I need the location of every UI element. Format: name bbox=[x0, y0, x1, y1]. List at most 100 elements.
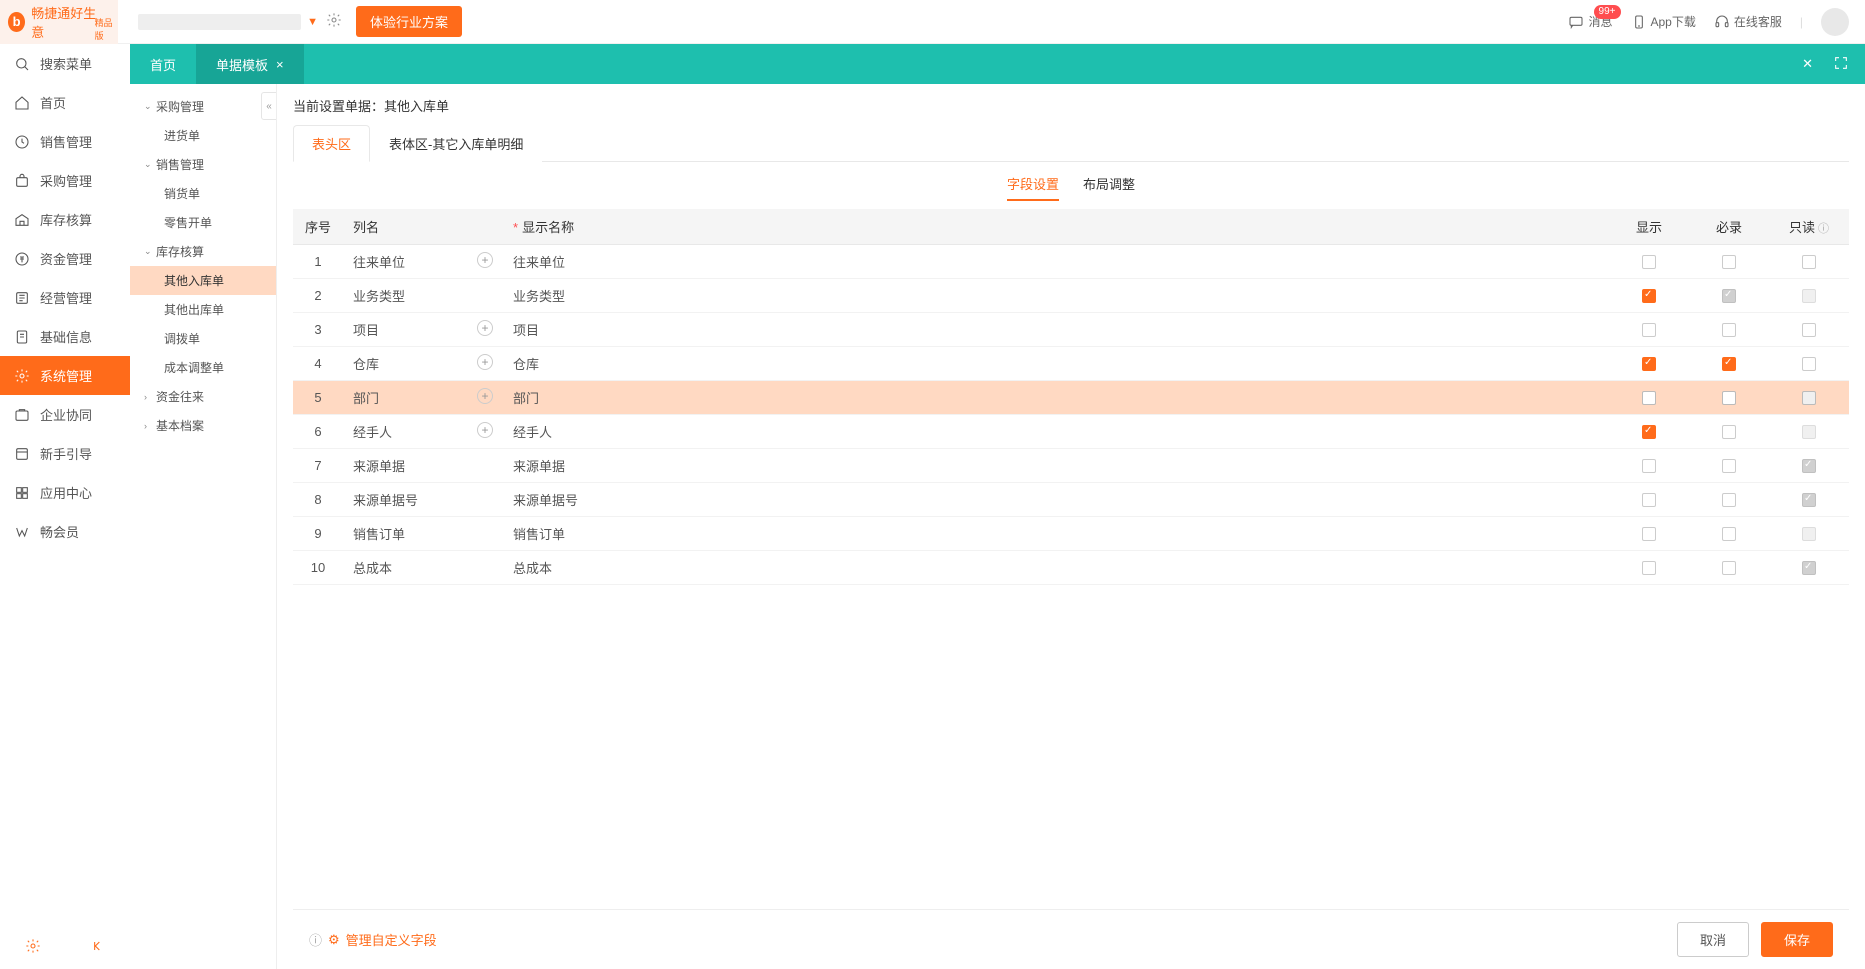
org-selector[interactable]: ▼ bbox=[138, 14, 318, 30]
checkbox[interactable] bbox=[1642, 459, 1656, 473]
sub-tab[interactable]: 字段设置 bbox=[1007, 174, 1059, 201]
tree-leaf[interactable]: 成本调整单 bbox=[130, 353, 276, 382]
checkbox[interactable] bbox=[1722, 459, 1736, 473]
cell-display[interactable]: 业务类型 bbox=[503, 279, 1609, 313]
tree-leaf[interactable]: 进货单 bbox=[130, 121, 276, 150]
gear-icon[interactable] bbox=[326, 12, 342, 31]
sidebar-item-collab[interactable]: 企业协同 bbox=[0, 395, 130, 434]
checkbox[interactable] bbox=[1722, 561, 1736, 575]
messages-button[interactable]: 消息 99+ bbox=[1568, 13, 1612, 30]
save-button[interactable]: 保存 bbox=[1761, 922, 1833, 957]
checkbox[interactable] bbox=[1642, 391, 1656, 405]
manage-custom-fields-link[interactable]: ⓘ ⚙ 管理自定义字段 bbox=[309, 930, 437, 949]
checkbox[interactable] bbox=[1802, 323, 1816, 337]
checkbox[interactable] bbox=[1722, 425, 1736, 439]
sidebar-item-home[interactable]: 首页 bbox=[0, 83, 130, 122]
tree-leaf[interactable]: 销货单 bbox=[130, 179, 276, 208]
close-icon[interactable]: × bbox=[276, 57, 284, 72]
checkbox[interactable] bbox=[1722, 527, 1736, 541]
add-icon[interactable]: + bbox=[477, 252, 493, 268]
checkbox[interactable] bbox=[1642, 289, 1656, 303]
table-row[interactable]: 5部门+部门 bbox=[293, 381, 1849, 415]
table-row[interactable]: 1往来单位+往来单位 bbox=[293, 245, 1849, 279]
checkbox[interactable] bbox=[1642, 561, 1656, 575]
try-plan-button[interactable]: 体验行业方案 bbox=[356, 6, 462, 37]
sidebar-item-sales[interactable]: 销售管理 bbox=[0, 122, 130, 161]
cancel-button[interactable]: 取消 bbox=[1677, 922, 1749, 957]
tab-单据模板[interactable]: 单据模板× bbox=[196, 44, 304, 84]
tree-group[interactable]: ⌄采购管理 bbox=[130, 92, 276, 121]
online-service-button[interactable]: 在线客服 bbox=[1714, 13, 1782, 30]
table-row[interactable]: 3项目+项目 bbox=[293, 313, 1849, 347]
collapse-icon[interactable] bbox=[90, 938, 106, 957]
section-tab[interactable]: 表体区-其它入库单明细 bbox=[370, 125, 542, 162]
checkbox[interactable] bbox=[1722, 357, 1736, 371]
table-row[interactable]: 4仓库+仓库 bbox=[293, 347, 1849, 381]
checkbox[interactable] bbox=[1642, 255, 1656, 269]
tree-group[interactable]: ›资金往来 bbox=[130, 382, 276, 411]
sidebar-item-operation[interactable]: 经营管理 bbox=[0, 278, 130, 317]
sidebar-item-appcenter[interactable]: 应用中心 bbox=[0, 473, 130, 512]
tree-group[interactable]: ⌄库存核算 bbox=[130, 237, 276, 266]
add-icon[interactable]: + bbox=[477, 422, 493, 438]
cell-col: 经手人+ bbox=[343, 415, 503, 449]
cell-display[interactable]: 销售订单 bbox=[503, 517, 1609, 551]
checkbox[interactable] bbox=[1642, 527, 1656, 541]
checkbox[interactable] bbox=[1722, 255, 1736, 269]
checkbox[interactable] bbox=[1642, 425, 1656, 439]
app-download-button[interactable]: App下载 bbox=[1631, 13, 1696, 30]
add-icon[interactable]: + bbox=[477, 354, 493, 370]
fullscreen-icon[interactable] bbox=[1829, 51, 1853, 78]
checkbox[interactable] bbox=[1642, 493, 1656, 507]
table-row[interactable]: 10总成本总成本 bbox=[293, 551, 1849, 585]
checkbox[interactable] bbox=[1722, 391, 1736, 405]
table-row[interactable]: 6经手人+经手人 bbox=[293, 415, 1849, 449]
brand-logo[interactable]: b 畅捷通好生意 精品版 bbox=[0, 0, 118, 44]
close-all-icon[interactable]: ✕ bbox=[1798, 52, 1817, 76]
checkbox[interactable] bbox=[1722, 493, 1736, 507]
table-row[interactable]: 8来源单据号来源单据号 bbox=[293, 483, 1849, 517]
tree-leaf[interactable]: 其他入库单 bbox=[130, 266, 276, 295]
sidebar-item-search[interactable]: 搜索菜单 bbox=[0, 44, 130, 83]
sidebar-item-system[interactable]: 系统管理 bbox=[0, 356, 130, 395]
tree-collapse-handle[interactable]: « bbox=[261, 92, 276, 120]
sidebar-item-purchase[interactable]: 采购管理 bbox=[0, 161, 130, 200]
checkbox[interactable] bbox=[1802, 357, 1816, 371]
help-icon[interactable]: ⓘ bbox=[1818, 223, 1829, 235]
sidebar-item-basic[interactable]: 基础信息 bbox=[0, 317, 130, 356]
checkbox[interactable] bbox=[1642, 323, 1656, 337]
cell-display[interactable]: 往来单位 bbox=[503, 245, 1609, 279]
tree-leaf[interactable]: 调拨单 bbox=[130, 324, 276, 353]
sidebar-item-finance[interactable]: 资金管理 bbox=[0, 239, 130, 278]
checkbox[interactable] bbox=[1802, 255, 1816, 269]
sidebar-item-stock[interactable]: 库存核算 bbox=[0, 200, 130, 239]
checkbox[interactable] bbox=[1722, 323, 1736, 337]
cell-display[interactable]: 项目 bbox=[503, 313, 1609, 347]
add-icon[interactable]: + bbox=[477, 388, 493, 404]
section-tab[interactable]: 表头区 bbox=[293, 125, 370, 162]
table-row[interactable]: 9销售订单销售订单 bbox=[293, 517, 1849, 551]
checkbox[interactable] bbox=[1642, 357, 1656, 371]
tree-group[interactable]: ›基本档案 bbox=[130, 411, 276, 440]
table-row[interactable]: 2业务类型业务类型 bbox=[293, 279, 1849, 313]
cell-display[interactable]: 总成本 bbox=[503, 551, 1609, 585]
cell-display[interactable]: 来源单据号 bbox=[503, 483, 1609, 517]
cell-display[interactable]: 来源单据 bbox=[503, 449, 1609, 483]
cell-display[interactable]: 仓库 bbox=[503, 347, 1609, 381]
add-icon[interactable]: + bbox=[477, 320, 493, 336]
sidebar-item-guide[interactable]: 新手引导 bbox=[0, 434, 130, 473]
cell-readonly bbox=[1769, 347, 1849, 381]
tree-leaf[interactable]: 零售开单 bbox=[130, 208, 276, 237]
tree-leaf[interactable]: 其他出库单 bbox=[130, 295, 276, 324]
cell-display[interactable]: 部门 bbox=[503, 381, 1609, 415]
table-row[interactable]: 7来源单据来源单据 bbox=[293, 449, 1849, 483]
settings-icon[interactable] bbox=[25, 938, 41, 957]
tree-group[interactable]: ⌄销售管理 bbox=[130, 150, 276, 179]
cell-display[interactable]: 经手人 bbox=[503, 415, 1609, 449]
category-tree: « ⌄采购管理进货单⌄销售管理销货单零售开单⌄库存核算其他入库单其他出库单调拨单… bbox=[130, 84, 276, 969]
avatar[interactable] bbox=[1821, 8, 1849, 36]
sub-tab[interactable]: 布局调整 bbox=[1083, 174, 1135, 201]
system-icon bbox=[14, 368, 30, 384]
sidebar-item-member[interactable]: 畅会员 bbox=[0, 512, 130, 551]
tab-首页[interactable]: 首页 bbox=[130, 44, 196, 84]
